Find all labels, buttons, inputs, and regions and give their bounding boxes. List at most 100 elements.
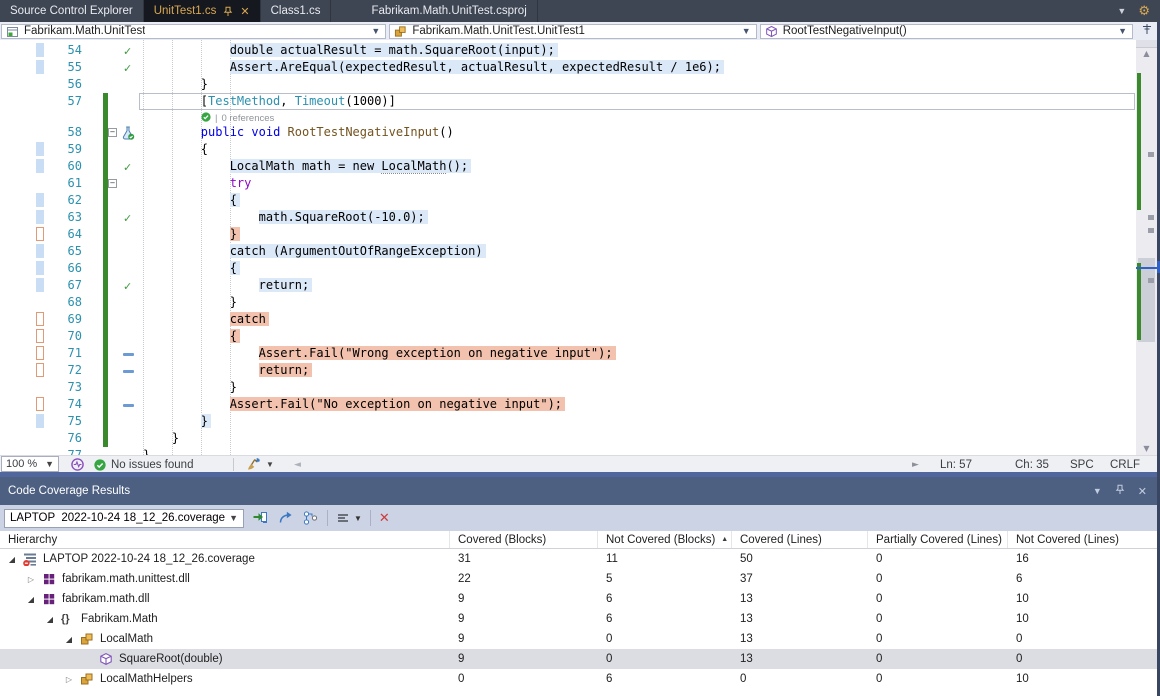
line-number[interactable]: 65 — [30, 243, 82, 260]
line-number[interactable]: 75 — [30, 413, 82, 430]
line-number[interactable]: 71 — [30, 345, 82, 362]
expander-collapsed-icon[interactable]: ▷ — [63, 675, 75, 684]
code-text[interactable]: return; — [143, 277, 312, 294]
table-row[interactable]: ◢fabrikam.math.dll9613010 — [0, 589, 1157, 609]
line-number[interactable]: 56 — [30, 76, 82, 93]
code-text[interactable]: Assert.Fail("Wrong exception on negative… — [143, 345, 616, 362]
import-results-icon[interactable] — [252, 510, 269, 526]
expander-collapsed-icon[interactable]: ▷ — [25, 575, 37, 584]
close-icon[interactable]: ✕ — [240, 5, 249, 18]
split-window-button[interactable] — [1137, 22, 1157, 40]
line-number[interactable]: 70 — [30, 328, 82, 345]
pin-icon[interactable] — [1115, 484, 1125, 498]
code-editor[interactable]: 54✓ double actualResult = math.SquareRoo… — [0, 40, 1136, 455]
editor-health-icon[interactable] — [70, 456, 85, 473]
covered-check-icon[interactable]: ✓ — [121, 158, 138, 175]
line-number[interactable]: 76 — [30, 430, 82, 447]
remove-result-icon[interactable]: ✕ — [379, 511, 390, 526]
hscroll-right-icon[interactable]: ► — [912, 456, 919, 473]
code-text[interactable]: try — [143, 175, 251, 192]
document-health-status[interactable]: No issues found — [94, 456, 193, 473]
code-text[interactable]: return; — [143, 362, 312, 379]
expander-expanded-icon[interactable]: ◢ — [25, 595, 37, 604]
code-cleanup-button[interactable]: ▼ — [245, 456, 274, 473]
code-text[interactable]: public void RootTestNegativeInput() — [143, 124, 454, 141]
table-row[interactable]: ◢LAPTOP 2022-10-24 18_12_26.coverage3111… — [0, 549, 1157, 569]
collapse-icon[interactable]: − — [108, 128, 117, 137]
code-text[interactable]: } — [143, 447, 150, 455]
code-text[interactable]: Assert.Fail("No exception on negative in… — [143, 396, 565, 413]
gear-icon[interactable]: ⚙ — [1138, 5, 1150, 18]
code-text[interactable]: } — [143, 294, 237, 311]
code-text[interactable]: [TestMethod, Timeout(1000)] — [143, 93, 396, 110]
column-header-covered-lines[interactable]: Covered (Lines) — [732, 531, 868, 548]
expander-expanded-icon[interactable]: ◢ — [63, 635, 75, 644]
tab-unittest1[interactable]: UnitTest1.cs ✕ — [144, 0, 261, 22]
table-row[interactable]: ▷fabrikam.math.unittest.dll2253706 — [0, 569, 1157, 589]
passed-test-icon[interactable] — [121, 124, 138, 141]
column-header-partially-covered-lines[interactable]: Partially Covered (Lines) — [868, 531, 1008, 548]
table-row[interactable]: ◢{}Fabrikam.Math9613010 — [0, 609, 1157, 629]
line-number[interactable]: 68 — [30, 294, 82, 311]
code-text[interactable]: } — [143, 76, 208, 93]
code-text[interactable]: } — [143, 379, 237, 396]
expander-expanded-icon[interactable]: ◢ — [44, 615, 56, 624]
line-number[interactable]: 66 — [30, 260, 82, 277]
code-text[interactable]: } — [143, 226, 240, 243]
close-icon[interactable]: ✕ — [1138, 485, 1147, 498]
column-header-not-covered-lines[interactable]: Not Covered (Lines) — [1008, 531, 1157, 548]
line-number[interactable]: 60 — [30, 158, 82, 175]
line-number[interactable]: 64 — [30, 226, 82, 243]
table-row[interactable]: ◢LocalMath901300 — [0, 629, 1157, 649]
not-run-dash-icon[interactable] — [121, 396, 138, 413]
code-text[interactable]: LocalMath math = new LocalMath(); — [143, 158, 471, 175]
not-run-dash-icon[interactable] — [121, 362, 138, 379]
project-dropdown[interactable]: Fabrikam.Math.UnitTest ▼ — [1, 24, 386, 39]
line-number[interactable]: 74 — [30, 396, 82, 413]
column-header-not-covered-blocks[interactable]: Not Covered (Blocks)▲ — [598, 531, 732, 548]
pin-icon[interactable] — [223, 6, 233, 17]
coverage-result-dropdown[interactable]: LAPTOP 2022-10-24 18_12_26.coverage ▼ — [4, 509, 244, 528]
code-text[interactable]: double actualResult = math.SquareRoot(in… — [143, 42, 558, 59]
code-text[interactable]: { — [143, 141, 208, 158]
line-number[interactable]: 67 — [30, 277, 82, 294]
line-number[interactable]: 62 — [30, 192, 82, 209]
line-number[interactable]: 77 — [30, 447, 82, 455]
view-options-button[interactable]: ▼ — [336, 511, 362, 525]
line-number[interactable]: 63 — [30, 209, 82, 226]
code-text[interactable]: { — [143, 260, 240, 277]
collapse-icon[interactable]: − — [108, 179, 117, 188]
tab-class1[interactable]: Class1.cs — [261, 0, 332, 22]
code-text[interactable]: { — [143, 192, 240, 209]
chevron-down-icon[interactable]: ▼ — [1117, 6, 1126, 16]
hscroll-left-icon[interactable]: ◄ — [294, 456, 301, 473]
code-text[interactable]: } — [143, 413, 211, 430]
scroll-up-icon[interactable]: ▲ — [1136, 49, 1157, 58]
show-coverage-coloring-icon[interactable] — [302, 510, 319, 526]
splitter-grip[interactable] — [1136, 40, 1157, 48]
code-text[interactable]: { — [143, 328, 240, 345]
covered-check-icon[interactable]: ✓ — [121, 209, 138, 226]
coverage-panel-title-bar[interactable]: Code Coverage Results ▼ ✕ — [0, 477, 1157, 505]
code-text[interactable]: math.SquareRoot(-10.0); — [143, 209, 428, 226]
column-header-hierarchy[interactable]: Hierarchy — [0, 531, 450, 548]
table-row[interactable]: SquareRoot(double)901300 — [0, 649, 1157, 669]
line-number[interactable]: 58 — [30, 124, 82, 141]
line-number[interactable]: 55 — [30, 59, 82, 76]
table-row[interactable]: ▷LocalMathHelpers060010 — [0, 669, 1157, 689]
covered-check-icon[interactable]: ✓ — [121, 277, 138, 294]
merge-results-icon[interactable] — [277, 510, 294, 526]
tab-source-control-explorer[interactable]: Source Control Explorer — [0, 0, 144, 22]
vertical-scrollbar[interactable]: ▲ ▼ — [1136, 40, 1157, 455]
tab-csproj[interactable]: Fabrikam.Math.UnitTest.csproj — [361, 0, 537, 22]
line-number[interactable]: 61 — [30, 175, 82, 192]
line-number[interactable]: 72 — [30, 362, 82, 379]
line-number[interactable]: 69 — [30, 311, 82, 328]
covered-check-icon[interactable]: ✓ — [121, 59, 138, 76]
line-number[interactable]: 59 — [30, 141, 82, 158]
expander-expanded-icon[interactable]: ◢ — [6, 555, 18, 564]
code-text[interactable]: } — [143, 430, 179, 447]
member-dropdown[interactable]: RootTestNegativeInput() ▼ — [760, 24, 1133, 39]
code-text[interactable]: catch — [143, 311, 269, 328]
window-position-icon[interactable]: ▼ — [1093, 486, 1102, 496]
